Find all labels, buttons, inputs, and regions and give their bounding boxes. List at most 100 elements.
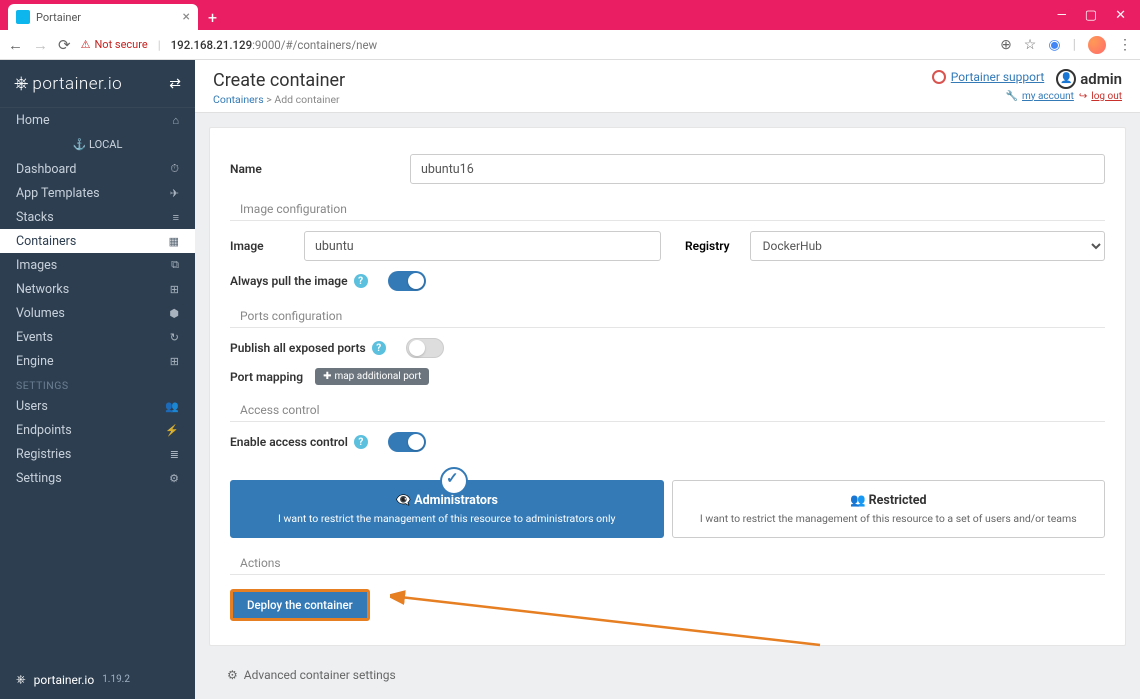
sidebar-item-stacks[interactable]: Stacks≡ (0, 205, 195, 229)
always-pull-label: Always pull the image (230, 274, 348, 288)
brand-icon: ⎈ (14, 73, 28, 94)
sidebar-toggle-icon[interactable]: ⇄ (169, 76, 181, 92)
sidebar-item-volumes[interactable]: Volumes⬢ (0, 301, 195, 325)
sidebar-item-containers[interactable]: Containers▦ (0, 229, 195, 253)
page-title: Create container (213, 70, 345, 91)
not-secure-badge[interactable]: ⚠ Not secure (81, 38, 148, 51)
image-section-title: Image configuration (230, 198, 1105, 221)
browser-tab[interactable]: Portainer × (8, 4, 198, 30)
window-controls: — ▢ ✕ (1057, 8, 1140, 23)
maximize-icon[interactable]: ▢ (1085, 8, 1097, 23)
profile-avatar-icon[interactable] (1088, 36, 1106, 54)
port-mapping-row: Port mapping ✚map additional port (230, 368, 1105, 385)
home-icon: ⌂ (172, 114, 179, 127)
username: admin (1080, 70, 1122, 88)
users-icon: 👥 (850, 493, 866, 508)
minimize-icon[interactable]: — (1057, 8, 1067, 23)
gear-icon: ⚙ (227, 668, 238, 682)
list-icon: ≡ (173, 211, 179, 224)
enable-access-row: Enable access control ? (230, 432, 1105, 452)
help-icon[interactable]: ? (372, 341, 386, 355)
breadcrumb: Containers > Add container (213, 93, 345, 106)
main-content: Create container Containers > Add contai… (195, 60, 1140, 699)
server-icon: ▦ (169, 235, 179, 248)
enable-access-toggle[interactable] (388, 432, 426, 452)
deploy-button[interactable]: Deploy the container (230, 589, 370, 621)
ports-section-title: Ports configuration (230, 305, 1105, 328)
tab-title: Portainer (36, 11, 81, 24)
logout-link[interactable]: log out (1091, 91, 1122, 102)
registry-select[interactable]: DockerHub (750, 231, 1105, 261)
my-account-link[interactable]: my account (1022, 91, 1074, 102)
database-icon: ≣ (170, 448, 179, 461)
users-icon: 👥 (165, 400, 179, 413)
page-header: Create container Containers > Add contai… (195, 60, 1140, 113)
form-panel: Name Image configuration Image Registry … (209, 127, 1126, 646)
plug-icon: ⚡ (165, 424, 179, 437)
annotation-arrow (390, 575, 840, 655)
sidebar-item-events[interactable]: Events↻ (0, 325, 195, 349)
sidebar-footer: ⎈ portainer.io 1.19.2 (0, 660, 195, 699)
lifebuoy-icon (932, 70, 946, 84)
history-icon: ↻ (170, 331, 179, 344)
reload-icon[interactable]: ⟳ (58, 36, 71, 54)
chrome-icon[interactable]: ◉ (1048, 37, 1060, 53)
version-text: 1.19.2 (102, 674, 130, 685)
sidebar-item-app-templates[interactable]: App Templates✈ (0, 181, 195, 205)
map-additional-button[interactable]: ✚map additional port (315, 368, 429, 385)
access-cards: 👁‍🗨 Administrators I want to restrict th… (230, 480, 1105, 538)
th-icon: ⊞ (170, 355, 179, 368)
registry-label: Registry (685, 239, 730, 253)
back-icon[interactable]: ← (8, 36, 23, 54)
warning-icon: ⚠ (81, 38, 91, 51)
sidebar-item-networks[interactable]: Networks⊞ (0, 277, 195, 301)
always-pull-row: Always pull the image ? (230, 271, 1105, 291)
port-mapping-label: Port mapping (230, 370, 303, 384)
url-display[interactable]: 192.168.21.129:9000/#/containers/new (171, 38, 990, 52)
publish-all-row: Publish all exposed ports ? (230, 338, 1105, 358)
sidebar-item-users[interactable]: Users👥 (0, 394, 195, 418)
sidebar-settings-label: SETTINGS (0, 373, 195, 394)
advanced-settings[interactable]: ⚙ Advanced container settings (209, 660, 1126, 690)
name-input[interactable] (410, 154, 1105, 184)
support-link[interactable]: Portainer support (951, 70, 1045, 84)
clone-icon: ⧉ (171, 258, 179, 272)
rocket-icon: ✈ (170, 187, 179, 200)
sidebar-item-settings[interactable]: Settings⚙ (0, 466, 195, 490)
close-icon[interactable]: ✕ (1115, 8, 1126, 23)
brand-text: portainer.io (32, 74, 122, 94)
deploy-wrap: Deploy the container (230, 589, 1105, 621)
zoom-icon[interactable]: ⊕ (1000, 37, 1012, 53)
sidebar-item-engine[interactable]: Engine⊞ (0, 349, 195, 373)
plus-icon: ✚ (323, 371, 331, 382)
sidebar-item-home[interactable]: Home⌂ (0, 108, 195, 132)
name-label: Name (230, 162, 410, 176)
star-icon[interactable]: ☆ (1024, 37, 1037, 53)
publish-all-toggle[interactable] (406, 338, 444, 358)
card-restricted[interactable]: 👥 Restricted I want to restrict the mana… (672, 480, 1106, 538)
menu-icon[interactable]: ⋮ (1118, 37, 1132, 53)
help-icon[interactable]: ? (354, 435, 368, 449)
sidebar-item-images[interactable]: Images⧉ (0, 253, 195, 277)
image-label: Image (230, 239, 304, 253)
access-section-title: Access control (230, 399, 1105, 422)
sidebar-item-endpoints[interactable]: Endpoints⚡ (0, 418, 195, 442)
breadcrumb-containers[interactable]: Containers (213, 93, 264, 106)
card-administrators[interactable]: 👁‍🗨 Administrators I want to restrict th… (230, 480, 664, 538)
image-input[interactable] (304, 231, 661, 261)
sitemap-icon: ⊞ (170, 283, 179, 296)
tab-close-icon[interactable]: × (183, 9, 190, 25)
actions-section-title: Actions (230, 552, 1105, 575)
user-icon: 👤 (1056, 69, 1076, 89)
wrench-icon: 🔧 (1006, 91, 1018, 102)
publish-all-label: Publish all exposed ports (230, 341, 366, 355)
tachometer-icon: ⏱ (170, 162, 179, 176)
sidebar-item-dashboard[interactable]: Dashboard⏱ (0, 157, 195, 181)
browser-titlebar: Portainer × + — ▢ ✕ (0, 0, 1140, 30)
always-pull-toggle[interactable] (388, 271, 426, 291)
forward-icon[interactable]: → (33, 36, 48, 54)
help-icon[interactable]: ? (354, 274, 368, 288)
new-tab-button[interactable]: + (198, 4, 227, 30)
cogs-icon: ⚙ (169, 472, 179, 485)
sidebar-item-registries[interactable]: Registries≣ (0, 442, 195, 466)
